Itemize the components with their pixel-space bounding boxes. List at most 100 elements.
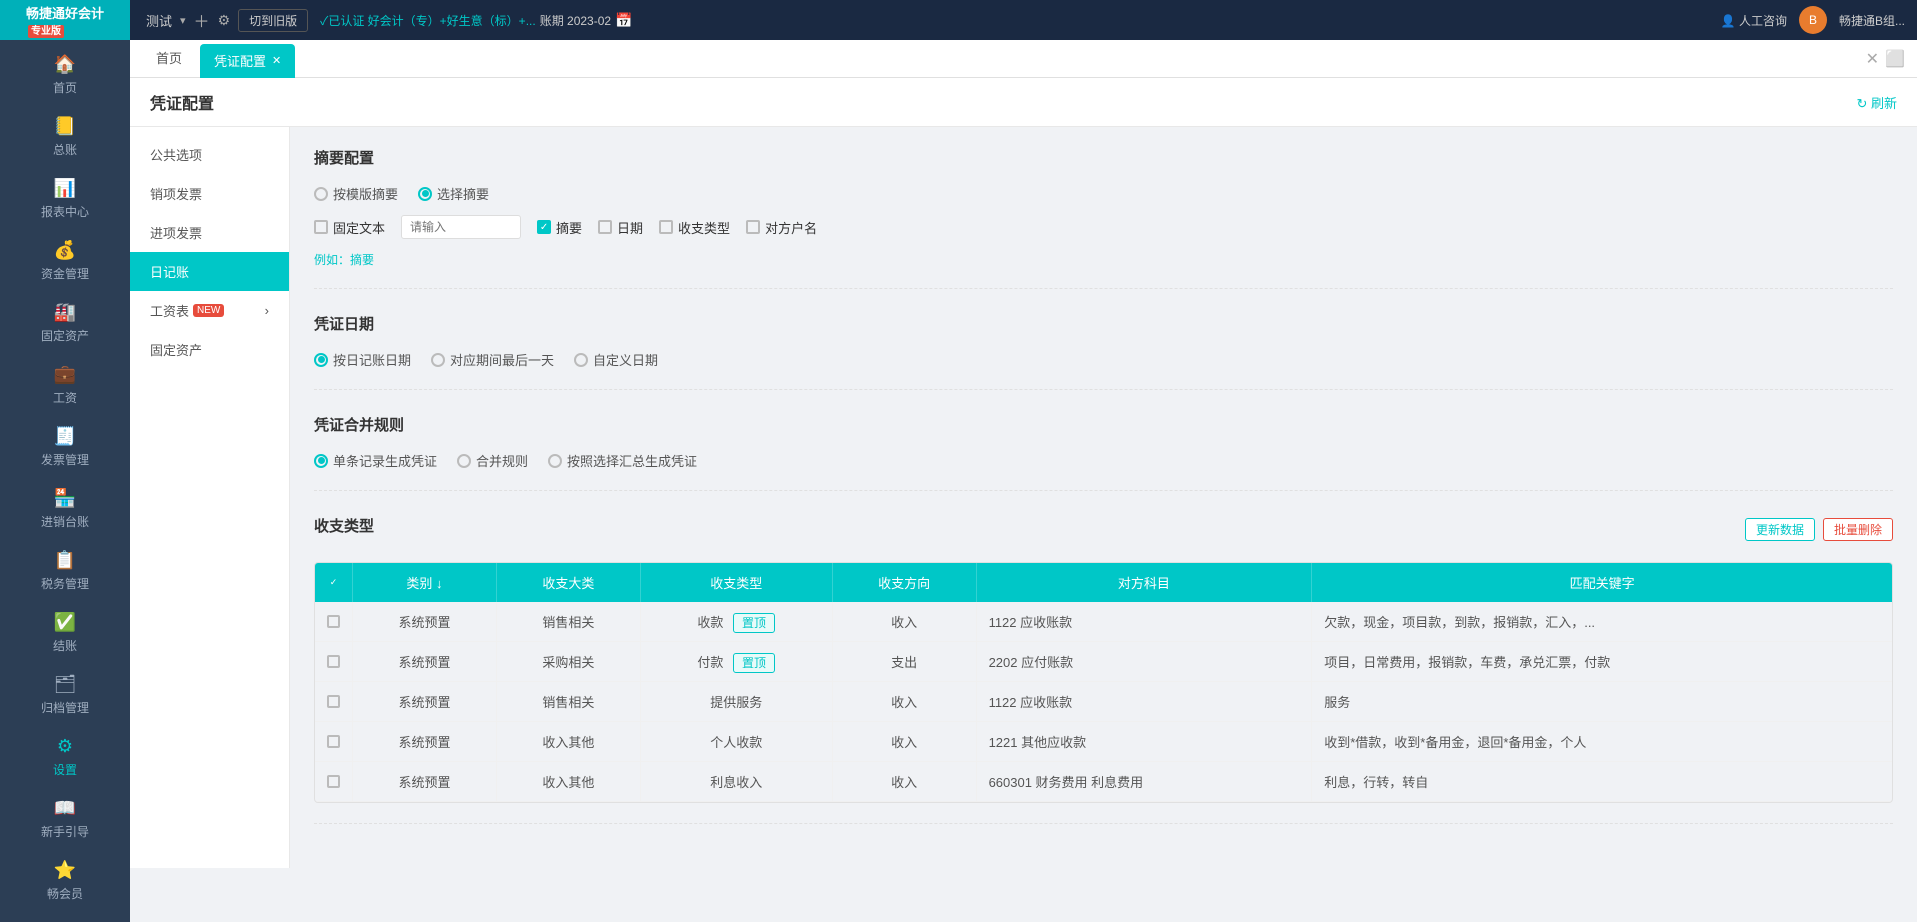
sidebar-item-stock[interactable]: 🏪 进销台账 [0, 478, 130, 540]
left-nav-fixed-assets[interactable]: 固定资产 [130, 330, 289, 369]
topbar: 畅捷通好会计 专业版 测试 ▾ ＋ ⚙ 切到旧版 ✓已认证 好会计（专）+好生意… [0, 0, 1917, 40]
gear-icon[interactable]: ⚙ [218, 12, 231, 29]
th-keywords: 匹配关键字 [1312, 563, 1892, 602]
reports-icon: 📊 [54, 178, 76, 199]
row-keywords-1: 项目，日常费用，报销款，车费，承兑汇票，付款 [1312, 642, 1892, 682]
summary-checkboxes: 固定文本 ✓ 摘要 日期 [314, 215, 1893, 239]
row-big-type-2: 销售相关 [496, 682, 640, 722]
row-big-type-0: 销售相关 [496, 602, 640, 642]
left-nav-sales-invoice[interactable]: 销项发票 [130, 174, 289, 213]
window-expand-icon[interactable]: ⬜ [1885, 49, 1905, 69]
summary-config-radio-group: 按模版摘要 选择摘要 [314, 184, 1893, 203]
username-label: 畅捷通B组... [1839, 12, 1905, 29]
sidebar-item-member[interactable]: ⭐ 畅会员 [0, 850, 130, 912]
checkbox-fixed-text[interactable]: 固定文本 [314, 218, 385, 237]
top-badge-1[interactable]: 置顶 [733, 653, 775, 673]
row-direction-2: 收入 [832, 682, 976, 722]
radio-single-record[interactable]: 单条记录生成凭证 [314, 451, 437, 470]
table-row: 系统预置 收入其他 利息收入 收入 660301 财务费用 利息费用 利息，行转… [315, 762, 1892, 802]
avatar: B [1799, 6, 1827, 34]
member-icon: ⭐ [54, 860, 76, 881]
row-checkbox-0[interactable] [315, 602, 353, 642]
radio-period-last-day[interactable]: 对应期间最后一天 [431, 350, 554, 369]
sidebar-item-guide[interactable]: 📖 新手引导 [0, 788, 130, 850]
sidebar-item-ledger[interactable]: 📒 总账 [0, 106, 130, 168]
help-link[interactable]: 👤 人工咨询 [1721, 12, 1787, 29]
sidebar-item-close[interactable]: ✅ 结账 [0, 602, 130, 664]
right-content: 摘要配置 按模版摘要 选择摘要 [290, 127, 1917, 868]
row-big-type-4: 收入其他 [496, 762, 640, 802]
row-big-type-1: 采购相关 [496, 642, 640, 682]
radio-journal-date[interactable]: 按日记账日期 [314, 350, 411, 369]
row-checkbox-2[interactable] [315, 682, 353, 722]
help-icon: 👤 [1721, 14, 1736, 28]
sidebar-item-assets[interactable]: 🏭 固定资产 [0, 292, 130, 354]
merge-rule-title: 凭证合并规则 [314, 414, 1893, 435]
radio-circle-template [314, 187, 328, 201]
checkbox-counterpart[interactable]: 对方户名 [746, 218, 817, 237]
main-area: 首页 凭证配置 ✕ ✕ ⬜ 凭证配置 ↻ 刷新 [130, 40, 1917, 922]
row-checkbox-4[interactable] [315, 762, 353, 802]
content-layout: 公共选项 销项发票 进项发票 日记账 工资表 NEW › [130, 127, 1917, 868]
checkbox-box-income-type [659, 220, 673, 234]
batch-delete-button[interactable]: 批量删除 [1823, 518, 1893, 541]
row-account-1: 2202 应付账款 [976, 642, 1312, 682]
fixed-text-input[interactable] [401, 215, 521, 239]
checkbox-summary[interactable]: ✓ 摘要 [537, 218, 582, 237]
voucher-date-section: 凭证日期 按日记账日期 对应期间最后一天 [314, 313, 1893, 390]
row-type-1: 付款 置顶 [640, 642, 832, 682]
sidebar-item-settings[interactable]: ⚙ 设置 [0, 726, 130, 788]
row-direction-4: 收入 [832, 762, 976, 802]
left-nav-payroll[interactable]: 工资表 NEW › [130, 291, 289, 330]
sidebar-item-finance[interactable]: 💰 资金管理 [0, 230, 130, 292]
radio-merge-rule[interactable]: 合并规则 [457, 451, 528, 470]
radio-circle-merge [457, 454, 471, 468]
th-checkbox[interactable]: ✓ [315, 563, 353, 602]
tab-close-icon[interactable]: ✕ [272, 54, 281, 67]
checkbox-date[interactable]: 日期 [598, 218, 643, 237]
tabbar: 首页 凭证配置 ✕ ✕ ⬜ [130, 40, 1917, 78]
table-row: 系统预置 销售相关 提供服务 收入 1122 应收账款 服务 [315, 682, 1892, 722]
radio-circle-period [431, 353, 445, 367]
sidebar-item-invoice[interactable]: 🧾 发票管理 [0, 416, 130, 478]
current-module: 测试 [146, 11, 172, 30]
tab-voucher-config[interactable]: 凭证配置 ✕ [200, 44, 295, 78]
radio-select-summary[interactable]: 选择摘要 [418, 184, 489, 203]
sidebar-item-archive[interactable]: 🗂 归档管理 [0, 664, 130, 726]
left-nav-purchase-invoice[interactable]: 进项发票 [130, 213, 289, 252]
row-checkbox-3[interactable] [315, 722, 353, 762]
row-category-2: 系统预置 [353, 682, 497, 722]
th-account: 对方科目 [976, 563, 1312, 602]
sidebar-item-salary[interactable]: 💼 工资 [0, 354, 130, 416]
ledger-icon: 📒 [54, 116, 76, 137]
update-data-button[interactable]: 更新数据 [1745, 518, 1815, 541]
row-direction-0: 收入 [832, 602, 976, 642]
topbar-right: 👤 人工咨询 B 畅捷通B组... [1721, 6, 1905, 34]
table-action-row: 更新数据 批量删除 [1745, 518, 1893, 541]
row-keywords-0: 欠款，现金，项目款，到款，报销款，汇入，... [1312, 602, 1892, 642]
row-keywords-4: 利息，行转，转自 [1312, 762, 1892, 802]
tab-home[interactable]: 首页 [142, 40, 196, 78]
sidebar-item-home[interactable]: 🏠 首页 [0, 44, 130, 106]
tabbar-right: ✕ ⬜ [1866, 49, 1905, 69]
switch-version-button[interactable]: 切到旧版 [238, 9, 308, 32]
row-account-2: 1122 应收账款 [976, 682, 1312, 722]
checkbox-income-type[interactable]: 收支类型 [659, 218, 730, 237]
left-nav-public[interactable]: 公共选项 [130, 135, 289, 174]
sidebar-item-reports[interactable]: 📊 报表中心 [0, 168, 130, 230]
radio-circle-select [418, 187, 432, 201]
sidebar-item-tax[interactable]: 📋 税务管理 [0, 540, 130, 602]
row-checkbox-1[interactable] [315, 642, 353, 682]
top-badge-0[interactable]: 置顶 [733, 613, 775, 633]
left-nav-journal[interactable]: 日记账 [130, 252, 289, 291]
window-close-icon[interactable]: ✕ [1866, 49, 1879, 69]
module-chevron-icon: ▾ [180, 14, 186, 27]
radio-custom-date[interactable]: 自定义日期 [574, 350, 658, 369]
row-type-0: 收款 置顶 [640, 602, 832, 642]
refresh-button[interactable]: ↻ 刷新 [1856, 93, 1897, 112]
radio-template-summary[interactable]: 按模版摘要 [314, 184, 398, 203]
summary-config-title: 摘要配置 [314, 147, 1893, 168]
add-icon[interactable]: ＋ [194, 8, 210, 32]
radio-aggregate[interactable]: 按照选择汇总生成凭证 [548, 451, 697, 470]
table-row: 系统预置 采购相关 付款 置顶 支出 2202 应付账款 项目，日常费用，报销款… [315, 642, 1892, 682]
